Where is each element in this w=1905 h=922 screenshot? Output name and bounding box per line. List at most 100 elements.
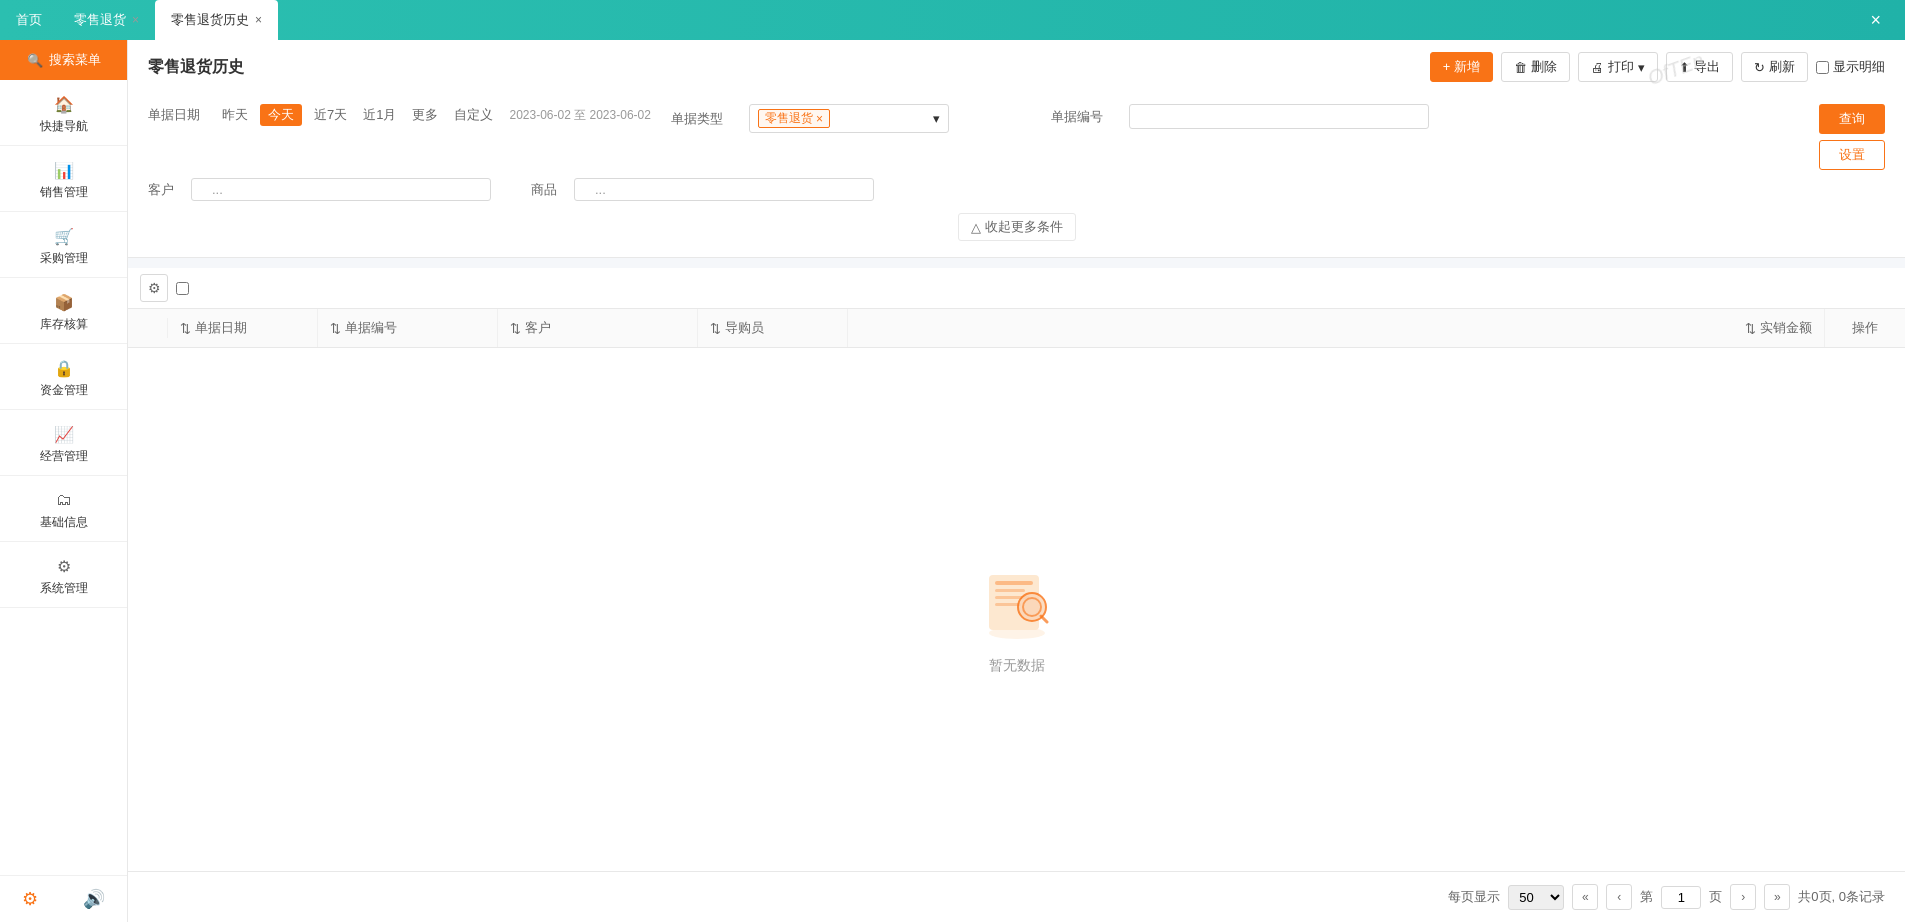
date-opt-custom[interactable]: 自定义 <box>450 104 497 126</box>
tab-home[interactable]: 首页 <box>0 0 58 40</box>
search-icon: 🔍 <box>27 53 43 68</box>
voucher-filter-label: 单据编号 <box>1051 108 1121 126</box>
date-opt-yesterday[interactable]: 昨天 <box>218 104 252 126</box>
top-bar: 首页 零售退货 × 零售退货历史 × × <box>0 0 1905 40</box>
finance-icon: 🔒 <box>54 358 74 378</box>
empty-state: 暂无数据 <box>128 348 1905 871</box>
date-range-display: 2023-06-02 至 2023-06-02 <box>509 107 650 124</box>
sort-icon-amount: ⇅ <box>1745 321 1756 336</box>
sidebar-item-basic-info[interactable]: 🗂 基础信息 <box>0 476 127 542</box>
table-settings-button[interactable]: ⚙ <box>140 274 168 302</box>
window-close-button[interactable]: × <box>1862 10 1889 31</box>
filter-customer-row: 客户 ... 商品 ... <box>148 178 1885 201</box>
empty-illustration <box>967 545 1067 645</box>
sidebar-item-inventory[interactable]: 📦 库存核算 <box>0 278 127 344</box>
next-page-button[interactable]: › <box>1730 884 1756 910</box>
home-icon: 🏠 <box>54 94 74 114</box>
sys-icon: ⚙ <box>54 556 74 576</box>
tab-close-retail-return[interactable]: × <box>132 13 139 27</box>
inventory-icon: 📦 <box>54 292 74 312</box>
pagination: 每页显示 50 20 100 « ‹ 第 页 › » 共0页, 0条记录 <box>128 871 1905 922</box>
sort-icon-customer: ⇅ <box>510 321 521 336</box>
first-page-button[interactable]: « <box>1572 884 1598 910</box>
page-title: 零售退货历史 <box>148 57 244 78</box>
sidebar: 🔍 搜索菜单 🏠 快捷导航 📊 销售管理 🛒 采购管理 📦 库存核算 🔒 资金管… <box>0 40 128 922</box>
per-page-select[interactable]: 50 20 100 <box>1508 885 1564 910</box>
page-title-row: 零售退货历史 + 新增 🗑 删除 🖨 打印 ▾ ⬆ 导出 <box>148 52 1885 82</box>
voucher-input[interactable] <box>1129 104 1429 129</box>
goods-label: 商品 <box>531 181 566 199</box>
type-tag[interactable]: 零售退货 × <box>758 109 830 128</box>
th-date[interactable]: ⇅ 单据日期 <box>168 309 318 347</box>
th-amount[interactable]: ⇅ 实销金额 <box>848 309 1825 347</box>
svg-rect-2 <box>995 581 1033 585</box>
goods-input[interactable]: ... <box>574 178 874 201</box>
sidebar-search[interactable]: 🔍 搜索菜单 <box>0 40 127 80</box>
export-icon: ⬆ <box>1679 60 1690 75</box>
svg-line-8 <box>1041 616 1047 622</box>
tab-list: 首页 零售退货 × 零售退货历史 × <box>0 0 1862 40</box>
sidebar-item-operations[interactable]: 📈 经营管理 <box>0 410 127 476</box>
settings-bottom-icon[interactable]: ⚙ <box>22 888 38 910</box>
type-dropdown-icon: ▾ <box>933 111 940 126</box>
sidebar-item-finance[interactable]: 🔒 资金管理 <box>0 344 127 410</box>
page-number-input[interactable] <box>1661 886 1701 909</box>
show-detail-checkbox[interactable] <box>1816 61 1829 74</box>
refresh-button[interactable]: ↻ 刷新 <box>1741 52 1808 82</box>
goods-filter-field: 商品 ... <box>531 178 874 201</box>
page-label-pre: 第 <box>1640 888 1653 906</box>
per-page-label: 每页显示 <box>1448 888 1500 906</box>
prev-page-button[interactable]: ‹ <box>1606 884 1632 910</box>
main-layout: 🔍 搜索菜单 🏠 快捷导航 📊 销售管理 🛒 采购管理 📦 库存核算 🔒 资金管… <box>0 40 1905 922</box>
tab-close-retail-return-history[interactable]: × <box>255 13 262 27</box>
query-button[interactable]: 查询 <box>1819 104 1885 134</box>
table-settings-icon: ⚙ <box>148 280 161 296</box>
th-customer[interactable]: ⇅ 客户 <box>498 309 698 347</box>
tab-retail-return[interactable]: 零售退货 × <box>58 0 155 40</box>
customer-filter-field: 客户 ... <box>148 178 491 201</box>
customer-input[interactable]: ... <box>191 178 491 201</box>
th-number[interactable]: ⇅ 单据编号 <box>318 309 498 347</box>
filter-collapse-row: △ 收起更多条件 <box>148 209 1885 249</box>
type-select[interactable]: 零售退货 × ▾ <box>749 104 949 133</box>
settings-button[interactable]: 设置 <box>1819 140 1885 170</box>
volume-icon[interactable]: 🔊 <box>83 888 105 910</box>
export-button[interactable]: ⬆ 导出 <box>1666 52 1733 82</box>
sidebar-bottom: ⚙ 🔊 <box>0 875 127 922</box>
page-header: 零售退货历史 + 新增 🗑 删除 🖨 打印 ▾ ⬆ 导出 <box>128 40 1905 258</box>
sidebar-item-purchase-mgmt[interactable]: 🛒 采购管理 <box>0 212 127 278</box>
filter-area: 单据日期 昨天 今天 近7天 近1月 更多 自定义 2023-06-02 至 2… <box>148 94 1885 257</box>
show-detail-checkbox-label[interactable]: 显示明细 <box>1816 58 1885 76</box>
date-opt-more[interactable]: 更多 <box>408 104 442 126</box>
type-filter-label: 单据类型 <box>671 110 741 128</box>
collapse-button[interactable]: △ 收起更多条件 <box>958 213 1076 241</box>
date-filter-label: 单据日期 <box>148 106 218 124</box>
type-tag-close-icon[interactable]: × <box>816 112 823 126</box>
last-page-button[interactable]: » <box>1764 884 1790 910</box>
date-opt-7days[interactable]: 近7天 <box>310 104 351 126</box>
collapse-icon: △ <box>971 220 981 235</box>
th-action: 操作 <box>1825 309 1905 347</box>
table-toolbar: ⚙ <box>128 268 1905 309</box>
print-icon: 🖨 <box>1591 60 1604 75</box>
date-opt-1month[interactable]: 近1月 <box>359 104 400 126</box>
tab-retail-return-history[interactable]: 零售退货历史 × <box>155 0 278 40</box>
date-opt-today[interactable]: 今天 <box>260 104 302 126</box>
sales-icon: 📊 <box>54 160 74 180</box>
sidebar-item-sys-mgmt[interactable]: ⚙ 系统管理 <box>0 542 127 608</box>
sort-icon-guide: ⇅ <box>710 321 721 336</box>
new-button[interactable]: + 新增 <box>1430 52 1493 82</box>
customer-label: 客户 <box>148 181 183 199</box>
content-area: 零售退货历史 + 新增 🗑 删除 🖨 打印 ▾ ⬆ 导出 <box>128 40 1905 922</box>
th-guide[interactable]: ⇅ 导购员 <box>698 309 848 347</box>
print-button[interactable]: 🖨 打印 ▾ <box>1578 52 1658 82</box>
total-label: 共0页, 0条记录 <box>1798 888 1885 906</box>
sidebar-item-sales-mgmt[interactable]: 📊 销售管理 <box>0 146 127 212</box>
operations-icon: 📈 <box>54 424 74 444</box>
top-bar-right: × <box>1862 10 1905 31</box>
refresh-icon: ↻ <box>1754 60 1765 75</box>
select-all-checkbox[interactable] <box>176 282 189 295</box>
sidebar-item-quick-nav[interactable]: 🏠 快捷导航 <box>0 80 127 146</box>
delete-button[interactable]: 🗑 删除 <box>1501 52 1570 82</box>
empty-text: 暂无数据 <box>989 657 1045 675</box>
